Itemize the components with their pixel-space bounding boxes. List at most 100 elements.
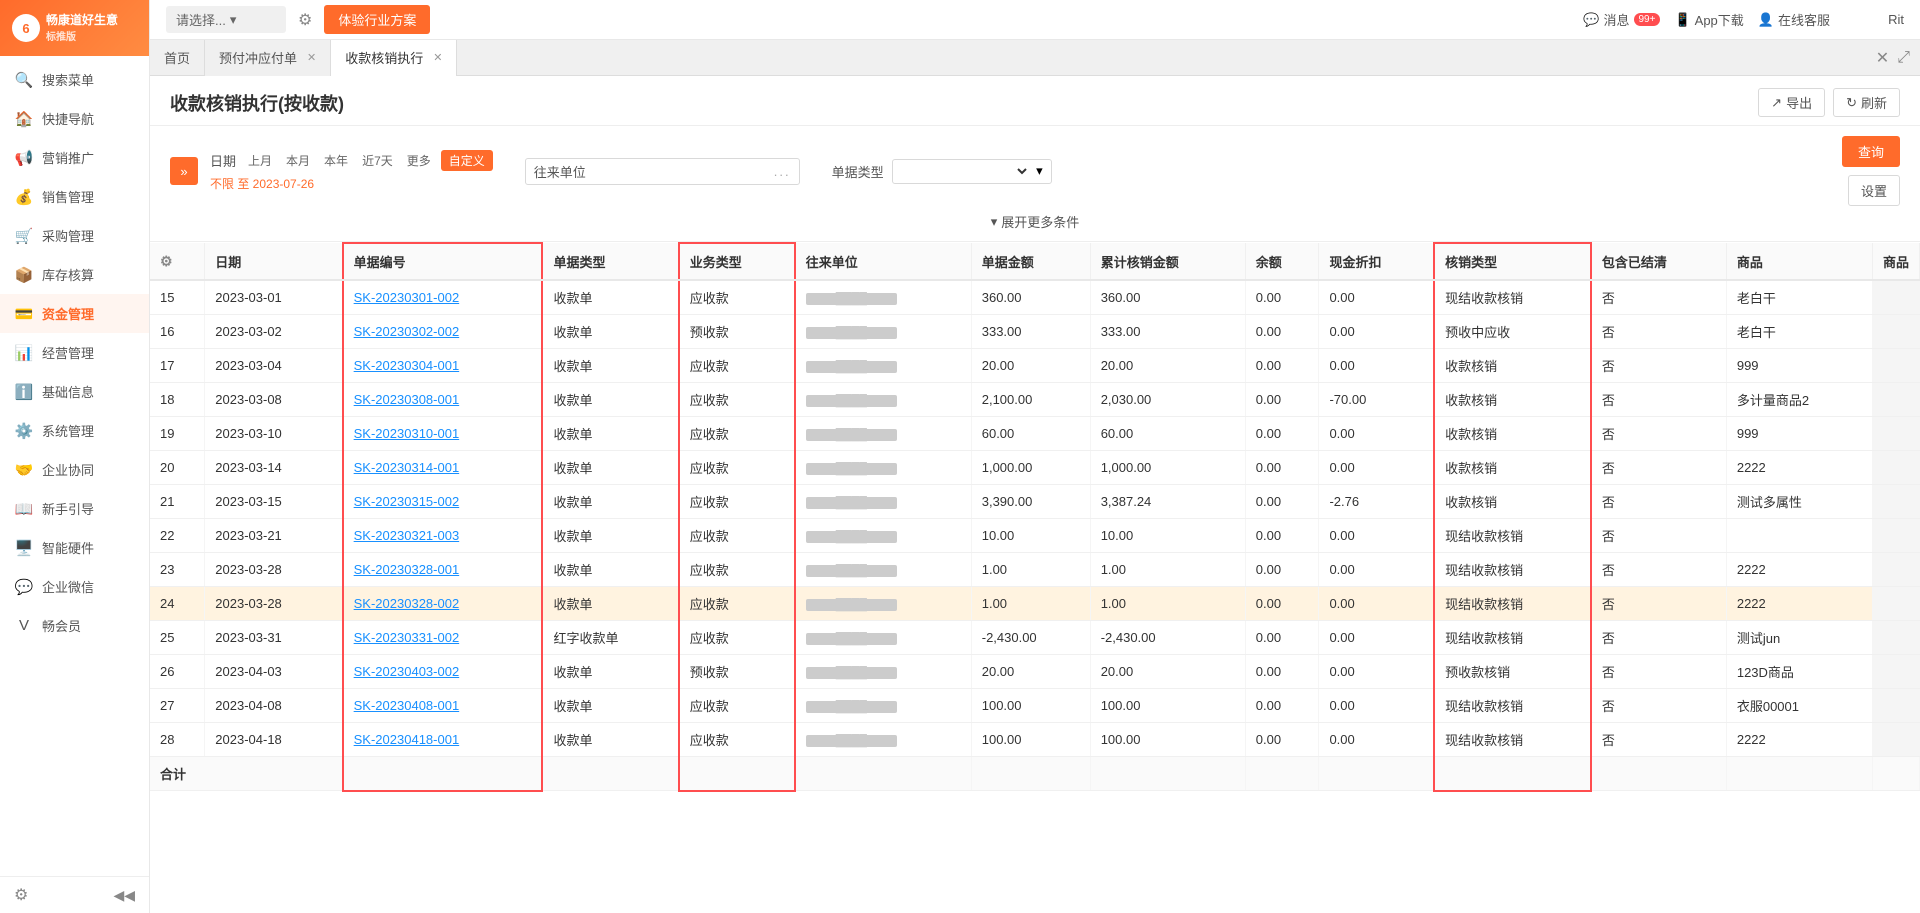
online-service-btn[interactable]: 👤 在线客服 bbox=[1758, 10, 1830, 29]
tab-close-all-icon[interactable]: ✕ bbox=[1876, 48, 1889, 68]
doc-type-select-group: ▾ bbox=[892, 159, 1052, 184]
sidebar-item-finance[interactable]: 💳资金管理 bbox=[0, 294, 149, 333]
doc-no-link[interactable]: SK-20230408-001 bbox=[354, 698, 460, 713]
settings-btn[interactable]: 设置 bbox=[1848, 175, 1900, 206]
doc-no-link[interactable]: SK-20230314-001 bbox=[354, 460, 460, 475]
sidebar-item-system[interactable]: ⚙️系统管理 bbox=[0, 411, 149, 450]
date-buttons: 上月 本月 本年 近7天 更多 自定义 bbox=[244, 150, 493, 171]
cell-include-settled: 否 bbox=[1591, 689, 1727, 723]
collapse-sidebar-icon[interactable]: ◀◀ bbox=[113, 887, 135, 904]
message-btn[interactable]: 💬 消息 99+ bbox=[1583, 10, 1660, 29]
export-btn[interactable]: ↗ 导出 bbox=[1758, 88, 1825, 117]
date-this-month-btn[interactable]: 本月 bbox=[282, 150, 314, 171]
main-content: 请选择... ▾ ⚙ 体验行业方案 💬 消息 99+ 📱 App下载 👤 在线客… bbox=[150, 0, 1920, 913]
nav-label-basic: 基础信息 bbox=[42, 382, 94, 401]
cell-balance: 0.00 bbox=[1245, 280, 1319, 315]
sidebar: 6 畅康道好生意 标推版 🔍搜索菜单🏠快捷导航📢营销推广💰销售管理🛒采购管理📦库… bbox=[0, 0, 150, 913]
doc-no-link[interactable]: SK-20230331-002 bbox=[354, 630, 460, 645]
cell-date: 2023-03-28 bbox=[205, 553, 343, 587]
doc-no-link[interactable]: SK-20230310-001 bbox=[354, 426, 460, 441]
doc-no-link[interactable]: SK-20230328-001 bbox=[354, 562, 460, 577]
sidebar-item-search[interactable]: 🔍搜索菜单 bbox=[0, 60, 149, 99]
doc-no-link[interactable]: SK-20230403-002 bbox=[354, 664, 460, 679]
expand-more-conditions[interactable]: ▾ 展开更多条件 bbox=[170, 212, 1900, 231]
date-7days-btn[interactable]: 近7天 bbox=[358, 150, 397, 171]
cell-balance: 0.00 bbox=[1245, 689, 1319, 723]
doc-no-link[interactable]: SK-20230418-001 bbox=[354, 732, 460, 747]
date-last-month-btn[interactable]: 上月 bbox=[244, 150, 276, 171]
cell-cancel-type: 现结收款核销 bbox=[1434, 519, 1591, 553]
sidebar-item-member[interactable]: V畅会员 bbox=[0, 606, 149, 645]
nav-label-inventory: 库存核算 bbox=[42, 265, 94, 284]
cell-include-settled: 否 bbox=[1591, 621, 1727, 655]
industry-btn[interactable]: 体验行业方案 bbox=[324, 5, 430, 34]
sidebar-item-guide[interactable]: 📖新手引导 bbox=[0, 489, 149, 528]
cell-goods: 多计量商品2 bbox=[1726, 383, 1872, 417]
cell-seq: 22 bbox=[150, 519, 205, 553]
tab-close-collection[interactable]: ✕ bbox=[433, 51, 442, 64]
totals-row: 合计 bbox=[150, 757, 1920, 791]
sidebar-item-operations[interactable]: 📊经营管理 bbox=[0, 333, 149, 372]
date-custom-btn[interactable]: 自定义 bbox=[441, 150, 493, 171]
cell-cumulative: 1,000.00 bbox=[1090, 451, 1245, 485]
tab-collection-cancel[interactable]: 收款核销执行 ✕ bbox=[331, 40, 457, 76]
cell-cash-discount: 0.00 bbox=[1319, 723, 1434, 757]
date-more-btn[interactable]: 更多 bbox=[403, 150, 435, 171]
cell-cash-discount: 0.00 bbox=[1319, 519, 1434, 553]
sidebar-item-wechat[interactable]: 💬企业微信 bbox=[0, 567, 149, 606]
table-row: 15 2023-03-01 SK-20230301-002 收款单 应收款 ██… bbox=[150, 280, 1920, 315]
th-settings[interactable]: ⚙ bbox=[150, 243, 205, 280]
th-counterpart: 往来单位 bbox=[795, 243, 972, 280]
counterpart-input[interactable] bbox=[592, 164, 768, 179]
app-download-btn[interactable]: 📱 App下载 bbox=[1674, 10, 1743, 29]
nav-icon-guide: 📖 bbox=[14, 500, 34, 518]
tab-close-prepay[interactable]: ✕ bbox=[307, 51, 316, 64]
doc-no-link[interactable]: SK-20230308-001 bbox=[354, 392, 460, 407]
workspace-dropdown[interactable]: 请选择... ▾ bbox=[166, 6, 286, 33]
tab-prepay[interactable]: 预付冲应付单 ✕ bbox=[205, 40, 331, 76]
cell-cumulative: 360.00 bbox=[1090, 280, 1245, 315]
doc-no-link[interactable]: SK-20230328-002 bbox=[354, 596, 460, 611]
sidebar-item-purchase[interactable]: 🛒采购管理 bbox=[0, 216, 149, 255]
user-name: Rit bbox=[1844, 12, 1904, 27]
nav-icon-hardware: 🖥️ bbox=[14, 539, 34, 557]
cell-goods: 测试多属性 bbox=[1726, 485, 1872, 519]
cell-counterpart: ████ bbox=[795, 417, 972, 451]
tab-maximize-icon[interactable]: ⤢ bbox=[1897, 49, 1910, 67]
sidebar-item-sales[interactable]: 💰销售管理 bbox=[0, 177, 149, 216]
page-content: 收款核销执行(按收款) ↗ 导出 ↻ 刷新 » 日期 bbox=[150, 76, 1920, 913]
cell-balance: 0.00 bbox=[1245, 417, 1319, 451]
cell-amount: 10.00 bbox=[971, 519, 1090, 553]
table-header-row: ⚙ 日期 单据编号 单据类型 业务类型 往来单位 单据金额 累计核销金额 余额 … bbox=[150, 243, 1920, 280]
doc-no-link[interactable]: SK-20230321-003 bbox=[354, 528, 460, 543]
sidebar-item-marketing[interactable]: 📢营销推广 bbox=[0, 138, 149, 177]
nav-icon-cooperation: 🤝 bbox=[14, 461, 34, 479]
doc-type-select[interactable] bbox=[901, 163, 1030, 180]
cell-cash-discount: 0.00 bbox=[1319, 417, 1434, 451]
sidebar-item-hardware[interactable]: 🖥️智能硬件 bbox=[0, 528, 149, 567]
refresh-btn[interactable]: ↻ 刷新 bbox=[1833, 88, 1900, 117]
date-this-year-btn[interactable]: 本年 bbox=[320, 150, 352, 171]
doc-no-link[interactable]: SK-20230315-002 bbox=[354, 494, 460, 509]
cell-counterpart: ████ bbox=[795, 349, 972, 383]
cell-biz-type: 预收款 bbox=[679, 315, 795, 349]
th-cancel-type: 核销类型 bbox=[1434, 243, 1591, 280]
doc-no-link[interactable]: SK-20230304-001 bbox=[354, 358, 460, 373]
cell-cumulative: 1.00 bbox=[1090, 587, 1245, 621]
counterpart-input-group: 往来单位 ... bbox=[525, 158, 800, 185]
cell-seq: 27 bbox=[150, 689, 205, 723]
totals-cancel-type bbox=[1434, 757, 1591, 791]
cell-include-settled: 否 bbox=[1591, 417, 1727, 451]
filter-expand-btn[interactable]: » bbox=[170, 157, 198, 185]
tab-home[interactable]: 首页 bbox=[150, 40, 205, 76]
sidebar-item-inventory[interactable]: 📦库存核算 bbox=[0, 255, 149, 294]
settings-icon[interactable]: ⚙ bbox=[14, 885, 28, 905]
doc-no-link[interactable]: SK-20230302-002 bbox=[354, 324, 460, 339]
sidebar-item-basic[interactable]: ℹ️基础信息 bbox=[0, 372, 149, 411]
header-gear-icon[interactable]: ⚙ bbox=[298, 10, 312, 30]
counterpart-dots[interactable]: ... bbox=[774, 164, 791, 179]
sidebar-item-cooperation[interactable]: 🤝企业协同 bbox=[0, 450, 149, 489]
doc-no-link[interactable]: SK-20230301-002 bbox=[354, 290, 460, 305]
sidebar-item-quick-nav[interactable]: 🏠快捷导航 bbox=[0, 99, 149, 138]
query-btn[interactable]: 查询 bbox=[1842, 136, 1900, 167]
